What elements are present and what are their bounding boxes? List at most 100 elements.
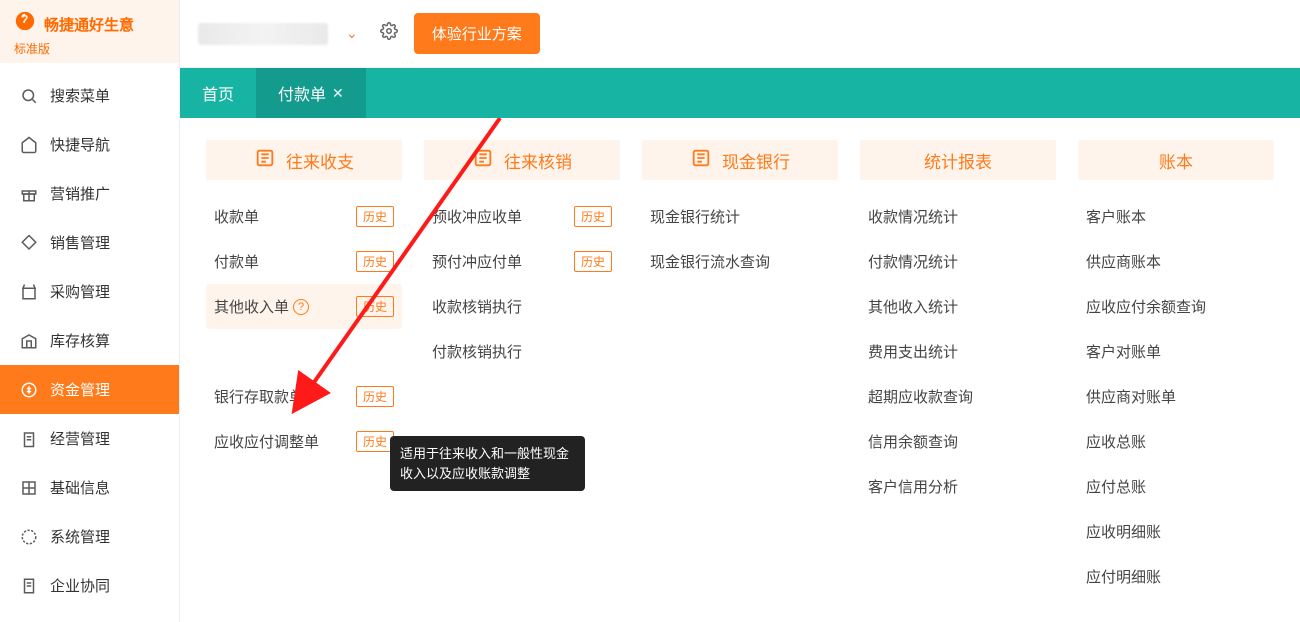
- column-header: 现金银行: [642, 140, 838, 180]
- sidebar-item-7[interactable]: 经营管理: [0, 414, 179, 463]
- history-badge[interactable]: 历史: [356, 251, 394, 272]
- menu-item[interactable]: 其他收入统计: [860, 284, 1056, 329]
- column-header: 往来收支: [206, 140, 402, 180]
- tab-1[interactable]: 付款单✕: [256, 68, 366, 118]
- tab-label: 首页: [202, 81, 234, 105]
- sidebar-item-0[interactable]: 搜索菜单: [0, 71, 179, 120]
- history-badge[interactable]: 历史: [356, 386, 394, 407]
- menu-item-label: 信用余额查询: [868, 431, 958, 452]
- menu-item[interactable]: 其他收入单?历史: [206, 284, 402, 329]
- menu-item[interactable]: 现金银行流水查询: [642, 239, 838, 284]
- sidebar-item-3[interactable]: 销售管理: [0, 218, 179, 267]
- menu-item-label: 付款单: [214, 251, 259, 272]
- menu-item-label: 费用支出统计: [868, 341, 958, 362]
- menu-item[interactable]: 应收明细账: [1078, 509, 1274, 554]
- section-icon: [472, 147, 494, 174]
- cta-button[interactable]: 体验行业方案: [414, 13, 540, 54]
- column-title: 现金银行: [722, 148, 790, 173]
- sidebar-item-8[interactable]: 基础信息: [0, 463, 179, 512]
- history-badge[interactable]: 历史: [356, 206, 394, 227]
- sidebar-nav: 搜索菜单快捷导航营销推广销售管理采购管理库存核算资金管理经营管理基础信息系统管理…: [0, 63, 179, 610]
- menu-item[interactable]: 现金银行统计: [642, 194, 838, 239]
- column-list: 收款单历史付款单历史其他收入单?历史费用支出单历史银行存取款单历史应收应付调整单…: [206, 194, 402, 464]
- menu-item[interactable]: 供应商对账单: [1078, 374, 1274, 419]
- column-header: 统计报表: [860, 140, 1056, 180]
- menu-item-label: 预付冲应付单: [432, 251, 522, 272]
- menu-item-label: 超期应收款查询: [868, 386, 973, 407]
- menu-item-label: 收款核销执行: [432, 296, 522, 317]
- menu-item[interactable]: 应收总账: [1078, 419, 1274, 464]
- help-icon[interactable]: ?: [293, 299, 309, 315]
- clipboard-icon: [20, 430, 38, 448]
- settings-icon[interactable]: [376, 18, 402, 49]
- menu-item[interactable]: 应收应付余额查询: [1078, 284, 1274, 329]
- column-header: 账本: [1078, 140, 1274, 180]
- menu-item[interactable]: 客户信用分析: [860, 464, 1056, 509]
- menu-item[interactable]: 付款情况统计: [860, 239, 1056, 284]
- menu-item[interactable]: 收款单历史: [206, 194, 402, 239]
- menu-item-label: 收款情况统计: [868, 206, 958, 227]
- menu-item[interactable]: 客户账本: [1078, 194, 1274, 239]
- menu-item-label: 银行存取款单: [214, 386, 304, 407]
- menu-item-label: 现金银行统计: [650, 206, 740, 227]
- menu-item-label: 应收应付调整单: [214, 431, 319, 452]
- tag-icon: [20, 234, 38, 252]
- column-title: 往来收支: [286, 148, 354, 173]
- menu-item[interactable]: 信用余额查询: [860, 419, 1056, 464]
- history-badge[interactable]: 历史: [356, 431, 394, 452]
- menu-item[interactable]: 供应商账本: [1078, 239, 1274, 284]
- sidebar-item-10[interactable]: 企业协同: [0, 561, 179, 610]
- sidebar-item-label: 采购管理: [50, 281, 110, 302]
- menu-item[interactable]: 应付明细账: [1078, 554, 1274, 599]
- menu-item[interactable]: 预付冲应付单 历史: [424, 239, 620, 284]
- menu-item-label: 供应商账本: [1086, 251, 1161, 272]
- sidebar-item-label: 库存核算: [50, 330, 110, 351]
- sidebar-item-label: 系统管理: [50, 526, 110, 547]
- sidebar-item-label: 快捷导航: [50, 134, 110, 155]
- menu-item-label: 付款核销执行: [432, 341, 522, 362]
- grid-icon: [20, 479, 38, 497]
- menu-item-label: 应付明细账: [1086, 566, 1161, 587]
- column-1: 往来核销预收冲应收单历史预付冲应付单历史收款核销执行付款核销执行: [424, 140, 620, 599]
- menu-item-label: 预收冲应收单: [432, 206, 522, 227]
- menu-item-label: 供应商对账单: [1086, 386, 1176, 407]
- history-badge[interactable]: 历史: [356, 296, 394, 317]
- sidebar-item-2[interactable]: 营销推广: [0, 169, 179, 218]
- sidebar-item-label: 销售管理: [50, 232, 110, 253]
- menu-item[interactable]: 付款单 历史: [206, 239, 402, 284]
- menu-item[interactable]: 应收应付调整单 历史: [206, 419, 402, 464]
- sidebar-item-label: 经营管理: [50, 428, 110, 449]
- sidebar-item-label: 企业协同: [50, 575, 110, 596]
- sidebar-item-label: 搜索菜单: [50, 85, 110, 106]
- section-icon: [254, 147, 276, 174]
- column-title: 账本: [1159, 148, 1193, 173]
- sidebar-item-9[interactable]: 系统管理: [0, 512, 179, 561]
- help-tooltip: 适用于往来收入和一般性现金收入以及应收账款调整: [390, 436, 585, 491]
- warehouse-icon: [20, 332, 38, 350]
- search-icon: [20, 87, 38, 105]
- menu-item[interactable]: 收款情况统计: [860, 194, 1056, 239]
- account-dropdown-icon[interactable]: ⌄: [340, 25, 364, 42]
- history-badge[interactable]: 历史: [574, 206, 612, 227]
- history-badge[interactable]: 历史: [574, 251, 612, 272]
- menu-item[interactable]: 预收冲应收单 历史: [424, 194, 620, 239]
- sidebar-item-1[interactable]: 快捷导航: [0, 120, 179, 169]
- menu-item-label: 客户对账单: [1086, 341, 1161, 362]
- menu-item[interactable]: 银行存取款单 历史: [206, 374, 402, 419]
- close-icon[interactable]: ✕: [332, 85, 344, 102]
- menu-item[interactable]: 收款核销执行: [424, 284, 620, 329]
- logo-icon: [14, 10, 36, 38]
- menu-item[interactable]: 客户对账单: [1078, 329, 1274, 374]
- column-list: 客户账本供应商账本应收应付余额查询客户对账单供应商对账单应收总账应付总账应收明细…: [1078, 194, 1274, 599]
- sidebar-item-6[interactable]: 资金管理: [0, 365, 179, 414]
- menu-item[interactable]: 应付总账: [1078, 464, 1274, 509]
- menu-item[interactable]: 费用支出统计: [860, 329, 1056, 374]
- menu-item-label: 其他收入统计: [868, 296, 958, 317]
- sidebar-item-5[interactable]: 库存核算: [0, 316, 179, 365]
- tab-0[interactable]: 首页: [180, 68, 256, 118]
- column-4: 账本客户账本供应商账本应收应付余额查询客户对账单供应商对账单应收总账应付总账应收…: [1078, 140, 1274, 599]
- menu-item[interactable]: 付款核销执行: [424, 329, 620, 374]
- menu-item[interactable]: 超期应收款查询: [860, 374, 1056, 419]
- sidebar-item-4[interactable]: 采购管理: [0, 267, 179, 316]
- logo-area: 畅捷通好生意 标准版: [0, 0, 179, 63]
